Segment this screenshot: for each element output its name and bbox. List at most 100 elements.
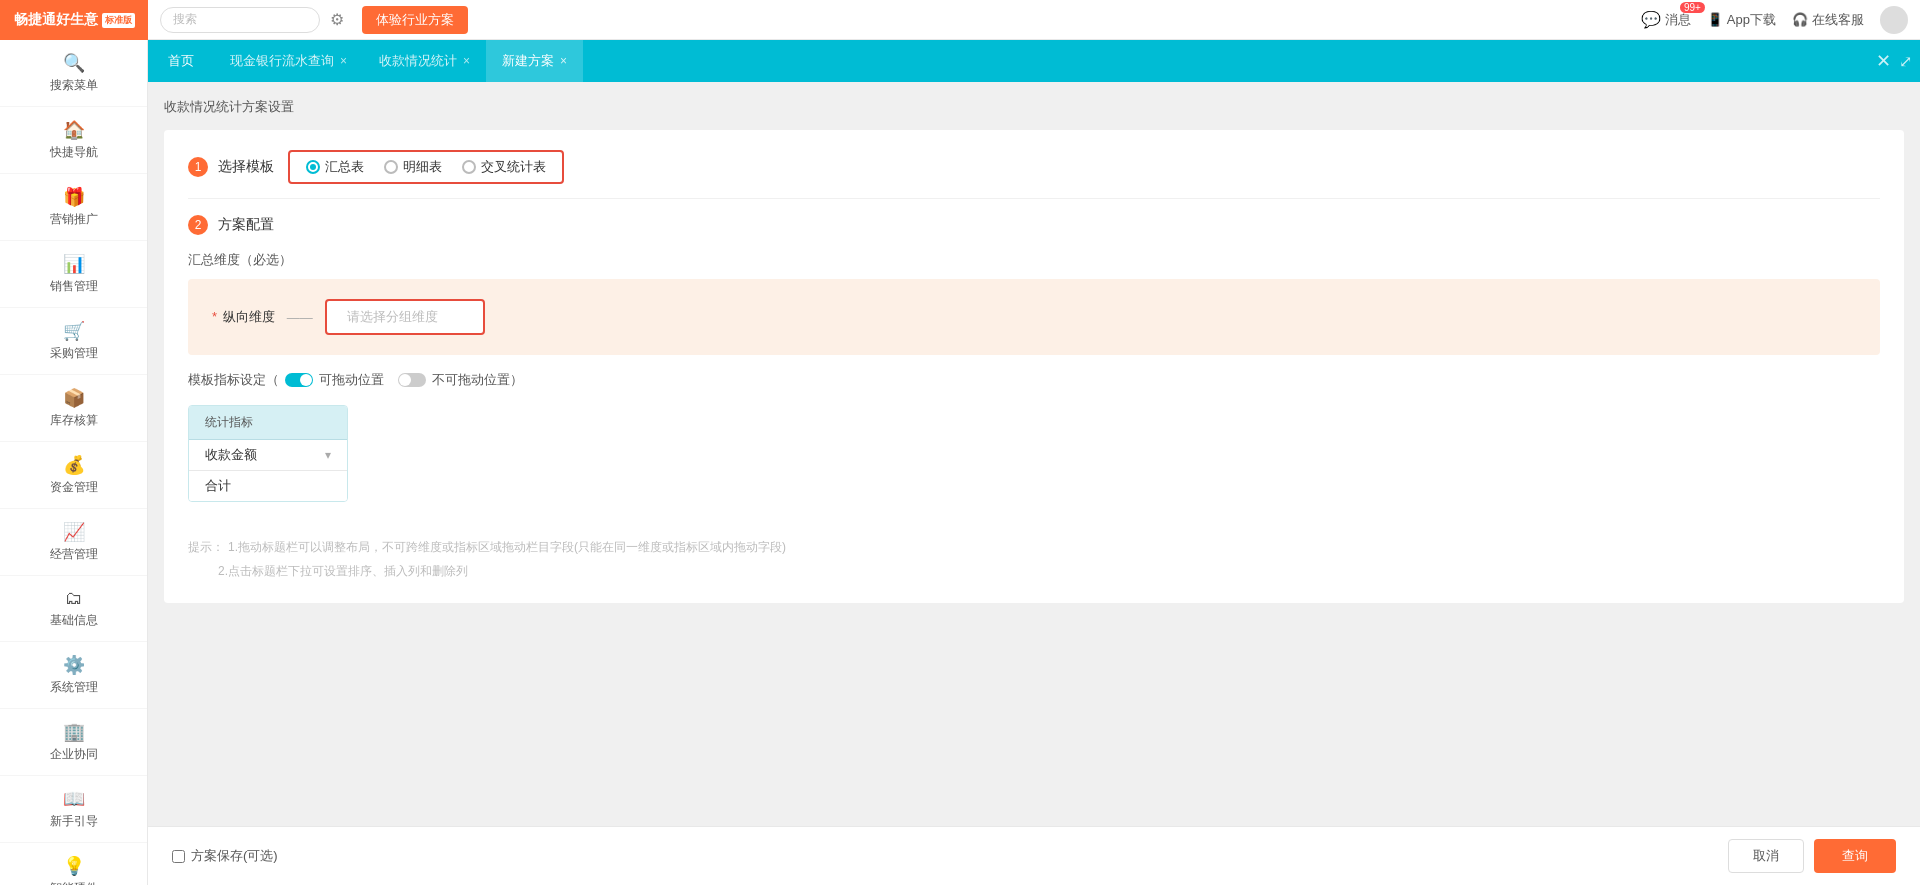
stats-column-label: 收款金额 [205,446,257,464]
sidebar-item-search[interactable]: 🔍 搜索菜单 [0,40,147,107]
radio-summary[interactable]: 汇总表 [306,158,364,176]
finance-icon: 💰 [63,454,85,476]
indicator-fixed-label: 不可拖动位置） [432,371,523,389]
sidebar-item-enterprise[interactable]: 🏢 企业协同 [0,709,147,776]
guide-icon: 📖 [63,788,85,810]
sidebar-item-management[interactable]: 📈 经营管理 [0,509,147,576]
row-label-text: 纵向维度 [223,309,275,324]
sidebar-item-system[interactable]: ⚙️ 系统管理 [0,642,147,709]
footer: 方案保存(可选) 取消 查询 [148,826,1920,885]
download-icon: 📱 [1707,12,1723,27]
message-label: 消息 [1665,11,1691,29]
tips-section: 提示： 1.拖动标题栏可以调整布局，不可跨维度或指标区域拖动栏目字段(只能在同一… [188,535,1880,583]
save-checkbox-row[interactable]: 方案保存(可选) [172,847,278,865]
radio-label-detail: 明细表 [403,158,442,176]
dimension-section: 汇总维度（必选） * 纵向维度 —— 请选择分组维度 [188,251,1880,583]
sidebar-item-basic[interactable]: 🗂 基础信息 [0,576,147,642]
tip2-text: 2.点击标题栏下拉可设置排序、插入列和删除列 [218,559,468,583]
stats-column-row: 收款金额 ▾ [189,440,347,471]
message-badge: 99+ [1680,2,1705,13]
sidebar-item-sales[interactable]: 📊 销售管理 [0,241,147,308]
tab-cash-flow[interactable]: 现金银行流水查询 × [214,40,363,82]
stats-total-label: 合计 [205,478,231,493]
sidebar-item-hardware[interactable]: 💡 智能硬件 [0,843,147,885]
radio-circle-detail [384,160,398,174]
radio-label-summary: 汇总表 [325,158,364,176]
toggle-movable[interactable] [285,373,313,387]
enterprise-icon: 🏢 [63,721,85,743]
sidebar-item-label: 采购管理 [50,345,98,362]
sidebar-item-inventory[interactable]: 📦 库存核算 [0,375,147,442]
tab-new-plan[interactable]: 新建方案 × [486,40,583,82]
avatar[interactable] [1880,6,1908,34]
sidebar-item-label: 新手引导 [50,813,98,830]
tab-close-icon[interactable]: × [463,54,470,68]
tab-close-icon[interactable]: × [340,54,347,68]
sales-icon: 📊 [63,253,85,275]
template-radio-group: 汇总表 明细表 交叉统计表 [288,150,564,184]
tab-revenue-stats[interactable]: 收款情况统计 × [363,40,486,82]
sidebar-item-label: 营销推广 [50,211,98,228]
maximize-icon[interactable]: ⤢ [1899,52,1912,71]
radio-circle-cross [462,160,476,174]
step2-row: 2 方案配置 [188,215,1880,235]
sidebar-item-purchase[interactable]: 🛒 采购管理 [0,308,147,375]
message-btn[interactable]: 💬 消息 99+ [1641,10,1691,29]
dimension-area: * 纵向维度 —— 请选择分组维度 [188,279,1880,355]
search-placeholder: 搜索 [173,11,197,28]
basic-icon: 🗂 [65,588,83,609]
sidebar-item-label: 经营管理 [50,546,98,563]
logo: 畅捷通好生意 标准版 [0,0,148,40]
radio-label-cross: 交叉统计表 [481,158,546,176]
message-icon: 💬 [1641,10,1661,29]
sidebar-item-guide[interactable]: 📖 新手引导 [0,776,147,843]
tab-label: 现金银行流水查询 [230,52,334,70]
tip1-text: 1.拖动标题栏可以调整布局，不可跨维度或指标区域拖动栏目字段(只能在同一维度或指… [228,535,786,559]
tab-home[interactable]: 首页 [148,40,214,82]
tip-title: 提示： [188,535,224,559]
download-btn[interactable]: 📱 App下载 [1707,11,1776,29]
stats-section-label: 统计指标 [205,414,253,431]
industry-btn[interactable]: 体验行业方案 [362,6,468,34]
step2-label: 方案配置 [218,216,274,234]
sidebar-item-label: 资金管理 [50,479,98,496]
sidebar-item-label: 基础信息 [50,612,98,629]
radio-detail[interactable]: 明细表 [384,158,442,176]
step1-label: 选择模板 [218,158,274,176]
radio-circle-summary [306,160,320,174]
sidebar-item-label: 搜索菜单 [50,77,98,94]
service-label: 在线客服 [1812,11,1864,29]
sidebar-item-marketing[interactable]: 🎁 营销推广 [0,174,147,241]
tab-bar: 首页 现金银行流水查询 × 收款情况统计 × 新建方案 × ✕ ⤢ [148,40,1920,82]
sidebar-item-label: 系统管理 [50,679,98,696]
search-bar[interactable]: 搜索 [160,7,320,33]
tip1-row: 提示： 1.拖动标题栏可以调整布局，不可跨维度或指标区域拖动栏目字段(只能在同一… [188,535,1880,559]
page-content: 收款情况统计方案设置 1 选择模板 汇总表 [148,82,1920,826]
cancel-button[interactable]: 取消 [1728,839,1804,873]
sidebar: 🔍 搜索菜单 🏠 快捷导航 🎁 营销推广 📊 销售管理 🛒 采购管理 📦 库存核… [0,40,148,885]
tab-close-icon[interactable]: × [560,54,567,68]
close-icon[interactable]: ✕ [1876,50,1891,72]
arrow: —— [287,310,313,325]
purchase-icon: 🛒 [63,320,85,342]
gear-icon[interactable]: ⚙ [330,10,344,29]
indicator-movable-label: 可拖动位置 [319,371,384,389]
toggle-fixed[interactable] [398,373,426,387]
sidebar-item-home[interactable]: 🏠 快捷导航 [0,107,147,174]
service-btn[interactable]: 🎧 在线客服 [1792,11,1864,29]
sidebar-item-finance[interactable]: 💰 资金管理 [0,442,147,509]
divider1 [188,198,1880,199]
dimension-select[interactable]: 请选择分组维度 [325,299,485,335]
stats-total-row: 合计 [189,471,347,501]
dropdown-arrow-icon[interactable]: ▾ [325,448,331,462]
dimension-row-label: * 纵向维度 [212,308,275,326]
tip2-row: 2.点击标题栏下拉可设置排序、插入列和删除列 [188,559,1880,583]
sidebar-item-label: 库存核算 [50,412,98,429]
radio-cross[interactable]: 交叉统计表 [462,158,546,176]
sidebar-item-label: 企业协同 [50,746,98,763]
query-button[interactable]: 查询 [1814,839,1896,873]
search-icon: 🔍 [63,52,85,74]
save-checkbox[interactable] [172,850,185,863]
main-card: 1 选择模板 汇总表 明细表 [164,130,1904,603]
tab-label: 收款情况统计 [379,52,457,70]
